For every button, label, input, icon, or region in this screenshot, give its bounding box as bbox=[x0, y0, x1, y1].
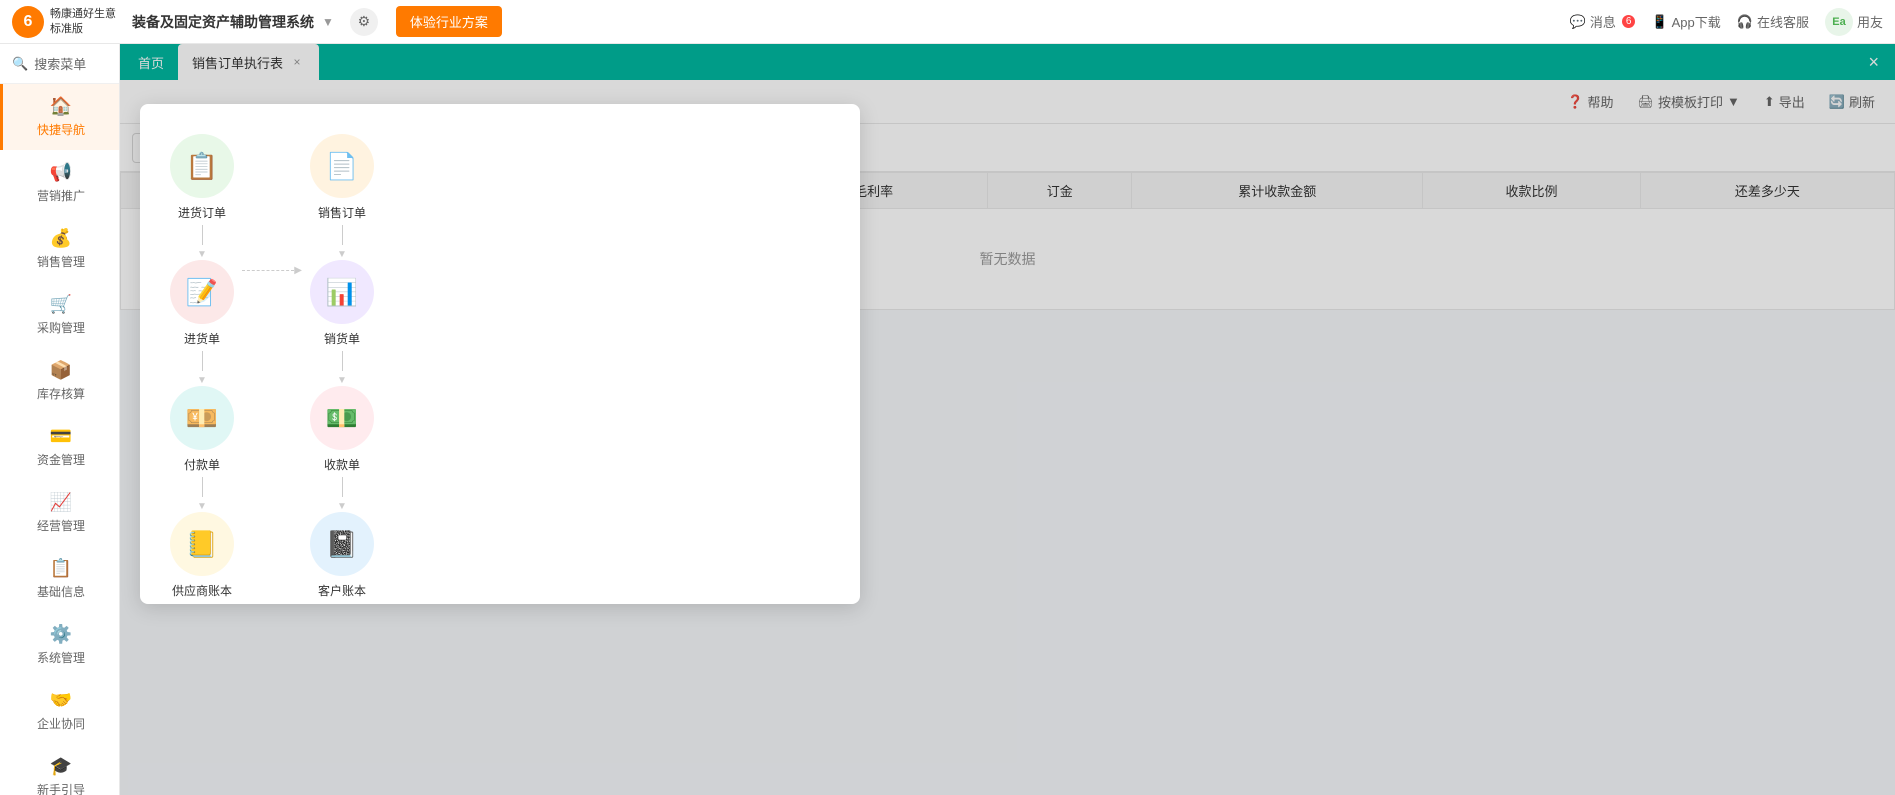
system-name: 装备及固定资产辅助管理系统 bbox=[132, 12, 314, 32]
sidebar-item-purchase[interactable]: 🛒 采购管理 bbox=[0, 282, 119, 348]
system-title: 装备及固定资产辅助管理系统 ▼ ⚙ 体验行业方案 bbox=[132, 6, 1570, 37]
search-menu-button[interactable]: 🔍 搜索菜单 bbox=[0, 44, 119, 84]
flow-item-purchase-order[interactable]: 📋 进货订单 bbox=[170, 134, 234, 221]
logo-text: 畅康通好生意 标准版 bbox=[50, 7, 116, 36]
arrow-v-4: ▼ bbox=[337, 221, 347, 260]
flow-item-supplier-account[interactable]: 📒 供应商账本 bbox=[170, 512, 234, 599]
sidebar: 🔍 搜索菜单 🏠 快捷导航 📢 营销推广 💰 销售管理 🛒 采购管理 📦 库存核… bbox=[0, 44, 120, 795]
operation-icon: 📈 bbox=[50, 492, 72, 513]
system-icon: ⚙️ bbox=[50, 624, 72, 645]
modal-overlay[interactable]: 📋 进货订单 ▼ 📝 进货单 bbox=[120, 44, 1895, 795]
content-area: 首页 销售订单执行表 × × ❓ 帮助 🖨 按模板打印 ▼ ⬆ 导出 bbox=[120, 44, 1895, 795]
online-service-button[interactable]: 🎧 在线客服 bbox=[1737, 12, 1809, 31]
sidebar-item-system[interactable]: ⚙️ 系统管理 bbox=[0, 612, 119, 678]
sales-icon: 💰 bbox=[50, 228, 72, 249]
main-layout: 🔍 搜索菜单 🏠 快捷导航 📢 营销推广 💰 销售管理 🛒 采购管理 📦 库存核… bbox=[0, 44, 1895, 795]
inventory-icon: 📦 bbox=[50, 360, 72, 381]
receipt-bill-icon: 💵 bbox=[310, 386, 374, 450]
quick-guide-modal: 📋 进货订单 ▼ 📝 进货单 bbox=[140, 104, 860, 604]
arrow-v-3: ▼ bbox=[197, 473, 207, 512]
sidebar-item-operation[interactable]: 📈 经营管理 bbox=[0, 480, 119, 546]
left-flow-col: 📋 进货订单 ▼ 📝 进货单 bbox=[170, 134, 234, 599]
flow-item-sales-bill[interactable]: 📊 销货单 bbox=[310, 260, 374, 347]
message-badge: 6 bbox=[1622, 15, 1636, 28]
logo-icon: 6 bbox=[12, 6, 44, 38]
enterprise-icon: 🤝 bbox=[50, 690, 72, 711]
top-header: 6 畅康通好生意 标准版 装备及固定资产辅助管理系统 ▼ ⚙ 体验行业方案 💬 … bbox=[0, 0, 1895, 44]
app-download-button[interactable]: 📱 App下载 bbox=[1651, 12, 1720, 31]
search-icon: 🔍 bbox=[12, 56, 28, 72]
sidebar-item-newbie[interactable]: 🎓 新手引导 bbox=[0, 744, 119, 795]
sidebar-item-finance[interactable]: 💳 资金管理 bbox=[0, 414, 119, 480]
arrow-h-right: ▶ bbox=[242, 265, 302, 276]
supplier-account-icon: 📒 bbox=[170, 512, 234, 576]
finance-icon: 💳 bbox=[50, 426, 72, 447]
arrow-v-5: ▼ bbox=[337, 347, 347, 386]
right-flow-col: 📄 销售订单 ▼ 📊 销货单 bbox=[310, 134, 374, 599]
sidebar-item-basic[interactable]: 📋 基础信息 bbox=[0, 546, 119, 612]
arrow-v-1: ▼ bbox=[197, 221, 207, 260]
system-dropdown-arrow[interactable]: ▼ bbox=[322, 15, 334, 29]
sales-order-icon: 📄 bbox=[310, 134, 374, 198]
home-icon: 🏠 bbox=[50, 96, 72, 117]
message-button[interactable]: 💬 消息 6 bbox=[1570, 12, 1636, 31]
newbie-icon: 🎓 bbox=[50, 756, 72, 777]
flow-diagram: 📋 进货订单 ▼ 📝 进货单 bbox=[170, 124, 830, 604]
flow-item-sales-order[interactable]: 📄 销售订单 bbox=[310, 134, 374, 221]
sidebar-item-marketing[interactable]: 📢 营销推广 bbox=[0, 150, 119, 216]
modal-content: 📋 进货订单 ▼ 📝 进货单 bbox=[140, 104, 860, 604]
logo-area: 6 畅康通好生意 标准版 bbox=[12, 6, 132, 38]
arrow-v-2: ▼ bbox=[197, 347, 207, 386]
marketing-icon: 📢 bbox=[50, 162, 72, 183]
purchase-bill-icon: 📝 bbox=[170, 260, 234, 324]
arrow-v-6: ▼ bbox=[337, 473, 347, 512]
flow-item-payment-bill[interactable]: 💴 付款单 bbox=[170, 386, 234, 473]
trial-button[interactable]: 体验行业方案 bbox=[396, 6, 502, 37]
payment-bill-icon: 💴 bbox=[170, 386, 234, 450]
user-menu[interactable]: Ea 用友 bbox=[1825, 8, 1883, 36]
header-right: 💬 消息 6 📱 App下载 🎧 在线客服 Ea 用友 bbox=[1570, 8, 1883, 36]
avatar: Ea bbox=[1825, 8, 1853, 36]
h-arrows-col: ▶ bbox=[242, 247, 302, 486]
sidebar-item-quick-nav[interactable]: 🏠 快捷导航 bbox=[0, 84, 119, 150]
basic-icon: 📋 bbox=[50, 558, 72, 579]
flow-item-purchase-bill[interactable]: 📝 进货单 bbox=[170, 260, 234, 347]
sales-bill-icon: 📊 bbox=[310, 260, 374, 324]
purchase-order-icon: 📋 bbox=[170, 134, 234, 198]
purchase-icon: 🛒 bbox=[50, 294, 72, 315]
flow-item-customer-account[interactable]: 📓 客户账本 bbox=[310, 512, 374, 599]
sidebar-item-inventory[interactable]: 📦 库存核算 bbox=[0, 348, 119, 414]
sidebar-item-sales[interactable]: 💰 销售管理 bbox=[0, 216, 119, 282]
settings-button[interactable]: ⚙ bbox=[350, 8, 378, 36]
flow-item-receipt-bill[interactable]: 💵 收款单 bbox=[310, 386, 374, 473]
customer-account-icon: 📓 bbox=[310, 512, 374, 576]
sidebar-item-enterprise[interactable]: 🤝 企业协同 bbox=[0, 678, 119, 744]
